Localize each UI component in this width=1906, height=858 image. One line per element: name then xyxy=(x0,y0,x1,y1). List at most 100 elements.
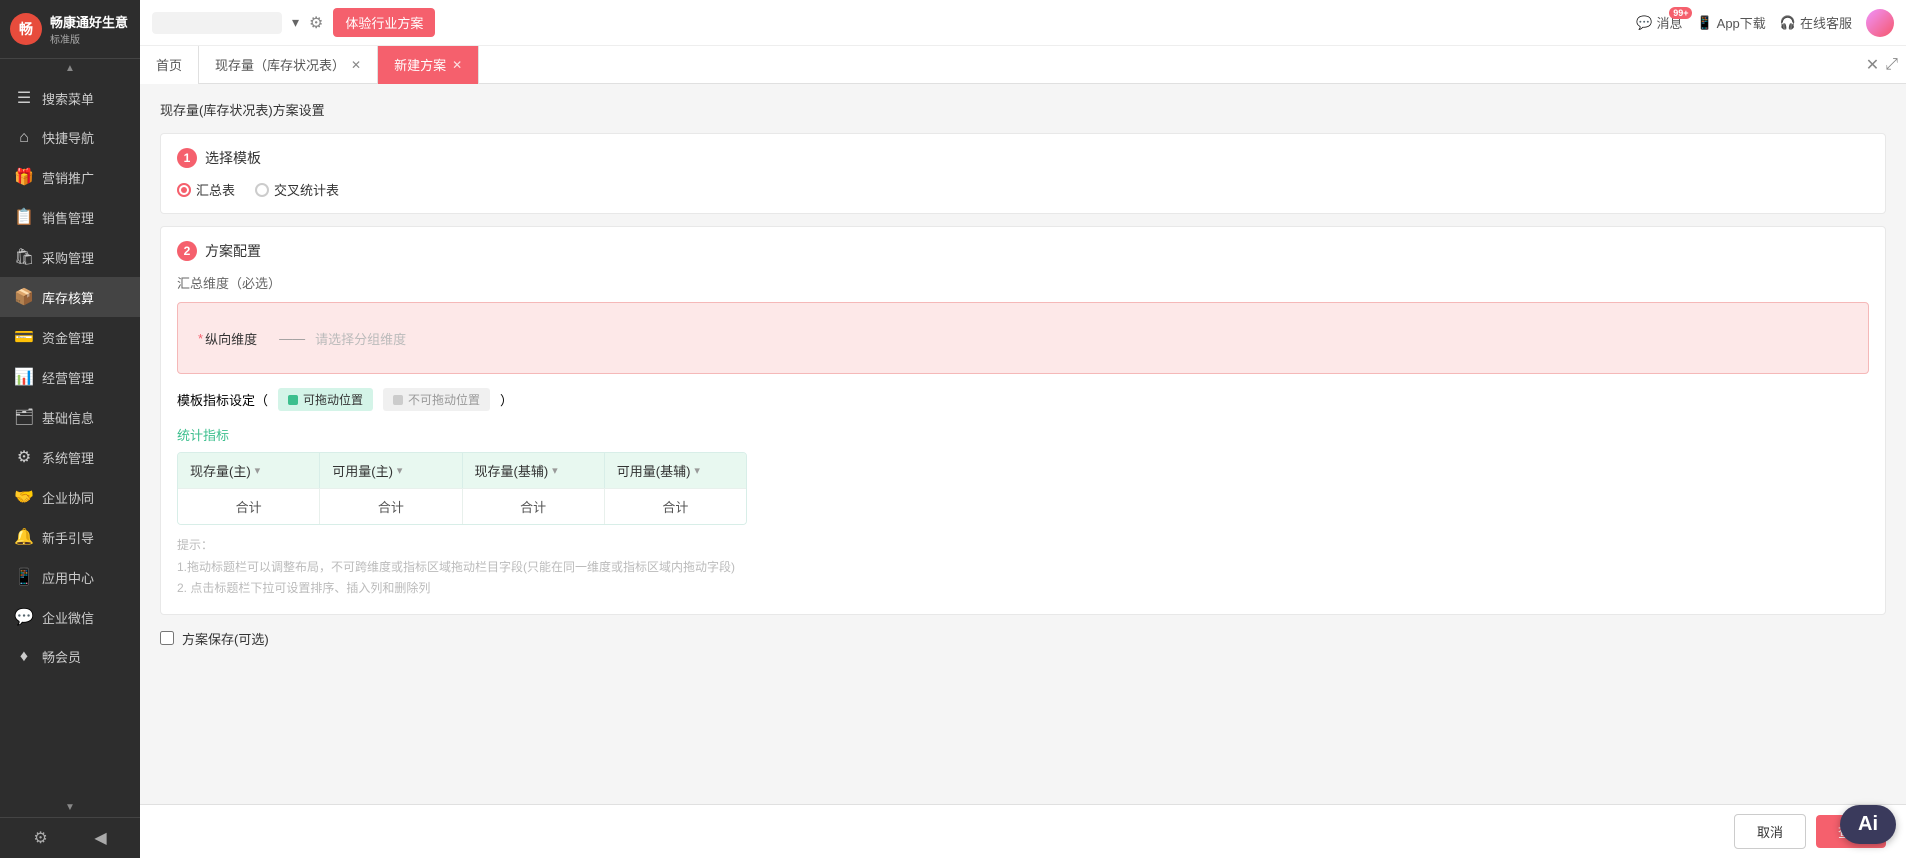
save-label: 方案保存(可选) xyxy=(182,629,269,648)
stats-table-header: 现存量(主) ▾ 可用量(主) ▾ 现存量(基辅) ▾ 可用量(基辅) xyxy=(178,453,746,488)
tab-home-label: 首页 xyxy=(156,55,182,74)
chip-unavail-label: 不可拖动位置 xyxy=(408,391,480,408)
tab-new-scheme-close[interactable]: ✕ xyxy=(452,58,462,72)
content-area: 现存量(库存状况表)方案设置 1 选择模板 汇总表 交叉统计表 2 xyxy=(140,84,1906,804)
gear-icon[interactable]: ⚙ xyxy=(309,13,323,33)
online-service-label: 在线客服 xyxy=(1800,13,1852,32)
chip-unavail-dot xyxy=(393,395,403,405)
sidebar-item-sales[interactable]: 📋 销售管理 xyxy=(0,197,140,237)
required-star: * xyxy=(198,331,203,346)
topbar-left: ▾ ⚙ 体验行业方案 xyxy=(152,8,435,37)
step2-badge: 2 xyxy=(177,241,197,261)
base-info-icon: 🗂 xyxy=(14,407,34,427)
tab-inventory-status[interactable]: 现存量（库存状况表） ✕ xyxy=(199,46,378,84)
app-center-icon: 📱 xyxy=(14,567,34,587)
tab-new-scheme[interactable]: 新建方案 ✕ xyxy=(378,46,479,84)
settings-icon[interactable]: ⚙ xyxy=(33,828,47,848)
tab-home[interactable]: 首页 xyxy=(140,46,199,84)
avatar[interactable] xyxy=(1866,9,1894,37)
ai-bubble[interactable]: Ai xyxy=(1840,805,1896,844)
inventory-icon: 📦 xyxy=(14,287,34,307)
sidebar-item-vip[interactable]: ♦ 畅会员 xyxy=(0,637,140,676)
sidebar-item-marketing[interactable]: 🎁 营销推广 xyxy=(0,157,140,197)
search-input[interactable] xyxy=(152,12,282,34)
indicators-label: 模板指标设定（ xyxy=(177,390,268,409)
stats-section-label: 统计指标 xyxy=(177,425,1869,444)
sidebar-item-label: 畅会员 xyxy=(42,647,81,666)
radio-summary-dot xyxy=(177,183,191,197)
chip-draggable-dot xyxy=(288,395,298,405)
messages-btn[interactable]: 💬 消息 99+ xyxy=(1636,13,1682,32)
chevron-down-icon-2: ▾ xyxy=(552,464,558,477)
sidebar-item-label: 应用中心 xyxy=(42,568,94,587)
industry-btn[interactable]: 体验行业方案 xyxy=(333,8,435,37)
col-label-1: 可用量(主) xyxy=(332,461,393,480)
sidebar-item-wechat[interactable]: 💬 企业微信 xyxy=(0,597,140,637)
sidebar-scroll-up[interactable]: ▲ xyxy=(0,59,140,78)
step2-title: 方案配置 xyxy=(205,241,261,261)
tab-expand-btn[interactable]: ⤢ xyxy=(1885,56,1898,74)
chevron-down-icon-0: ▾ xyxy=(255,464,261,477)
col-label-0: 现存量(主) xyxy=(190,461,251,480)
sidebar-item-app-center[interactable]: 📱 应用中心 xyxy=(0,557,140,597)
step2-header: 2 方案配置 xyxy=(177,241,1869,261)
dropdown-icon[interactable]: ▾ xyxy=(292,14,299,31)
sidebar-item-label: 快捷导航 xyxy=(42,128,94,147)
wechat-icon: 💬 xyxy=(14,607,34,627)
sidebar-item-enterprise[interactable]: 🤝 企业协同 xyxy=(0,477,140,517)
system-icon: ⚙ xyxy=(14,447,34,467)
main-area: ▾ ⚙ 体验行业方案 💬 消息 99+ 📱 App下载 🎧 在线客服 首页 xyxy=(140,0,1906,858)
sidebar-item-search-menu[interactable]: ☰ 搜索菜单 xyxy=(0,78,140,118)
col-header-3[interactable]: 可用量(基辅) ▾ xyxy=(605,453,746,488)
tab-inventory-close[interactable]: ✕ xyxy=(351,58,361,72)
purchase-icon: 🛍 xyxy=(14,247,34,267)
sidebar-item-purchase[interactable]: 🛍 采购管理 xyxy=(0,237,140,277)
cell-2: 合计 xyxy=(463,489,605,524)
sidebar-item-inventory[interactable]: 📦 库存核算 xyxy=(0,277,140,317)
quick-nav-icon: ⌂ xyxy=(14,129,34,147)
step1-title: 选择模板 xyxy=(205,148,261,168)
dimension-placeholder: 请选择分组维度 xyxy=(315,329,406,348)
radio-summary-label: 汇总表 xyxy=(196,180,235,199)
step1-badge: 1 xyxy=(177,148,197,168)
sidebar-scroll-down[interactable]: ▼ xyxy=(0,798,140,817)
sidebar-item-quick-nav[interactable]: ⌂ 快捷导航 xyxy=(0,118,140,157)
collapse-icon[interactable]: ◀ xyxy=(94,828,106,848)
chip-unavail: 不可拖动位置 xyxy=(383,388,490,411)
indicators-label-close: ） xyxy=(500,390,513,409)
sidebar-item-newbie[interactable]: 🔔 新手引导 xyxy=(0,517,140,557)
tabs-right: ✕ ⤢ xyxy=(1866,55,1906,75)
stats-table: 现存量(主) ▾ 可用量(主) ▾ 现存量(基辅) ▾ 可用量(基辅) xyxy=(177,452,747,525)
dimension-area: * 纵向维度 —— 请选择分组维度 xyxy=(177,302,1869,374)
chevron-down-icon-3: ▾ xyxy=(694,464,700,477)
sidebar-item-finance[interactable]: 💳 资金管理 xyxy=(0,317,140,357)
col-header-0[interactable]: 现存量(主) ▾ xyxy=(178,453,320,488)
col-header-1[interactable]: 可用量(主) ▾ xyxy=(320,453,462,488)
topbar-right: 💬 消息 99+ 📱 App下载 🎧 在线客服 xyxy=(1636,9,1894,37)
col-label-2: 现存量(基辅) xyxy=(475,461,549,480)
sidebar-item-system[interactable]: ⚙ 系统管理 xyxy=(0,437,140,477)
sidebar-footer: ⚙ ◀ xyxy=(0,817,140,858)
topbar: ▾ ⚙ 体验行业方案 💬 消息 99+ 📱 App下载 🎧 在线客服 xyxy=(140,0,1906,46)
sidebar-item-base-info[interactable]: 🗂 基础信息 xyxy=(0,397,140,437)
sidebar: 畅 畅康通好生意 标准版 ▲ ☰ 搜索菜单 ⌂ 快捷导航 🎁 营销推广 📋 销售… xyxy=(0,0,140,858)
radio-cross[interactable]: 交叉统计表 xyxy=(255,180,339,199)
tab-close-btn[interactable]: ✕ xyxy=(1866,55,1879,75)
headset-icon: 🎧 xyxy=(1780,15,1796,31)
sidebar-item-operations[interactable]: 📊 经营管理 xyxy=(0,357,140,397)
cancel-button[interactable]: 取消 xyxy=(1734,814,1806,849)
radio-summary[interactable]: 汇总表 xyxy=(177,180,235,199)
col-header-2[interactable]: 现存量(基辅) ▾ xyxy=(463,453,605,488)
app-logo: 畅 xyxy=(10,13,42,45)
tip-1: 2. 点击标题栏下拉可设置排序、插入列和删除列 xyxy=(177,578,1869,600)
online-service-btn[interactable]: 🎧 在线客服 xyxy=(1780,13,1852,32)
app-download-btn[interactable]: 📱 App下载 xyxy=(1696,13,1765,32)
save-checkbox[interactable] xyxy=(160,631,174,645)
sidebar-item-label: 营销推广 xyxy=(42,168,94,187)
tips-area: 提示： 1.拖动标题栏可以调整布局，不可跨维度或指标区域拖动栏目字段(只能在同一… xyxy=(177,535,1869,600)
chip-draggable: 可拖动位置 xyxy=(278,388,373,411)
sidebar-item-label: 资金管理 xyxy=(42,328,94,347)
stats-section: 统计指标 现存量(主) ▾ 可用量(主) ▾ 现存量(基辅) xyxy=(177,425,1869,525)
aggregate-label: 汇总维度（必选） xyxy=(177,273,1869,292)
stats-table-row: 合计 合计 合计 合计 xyxy=(178,488,746,524)
